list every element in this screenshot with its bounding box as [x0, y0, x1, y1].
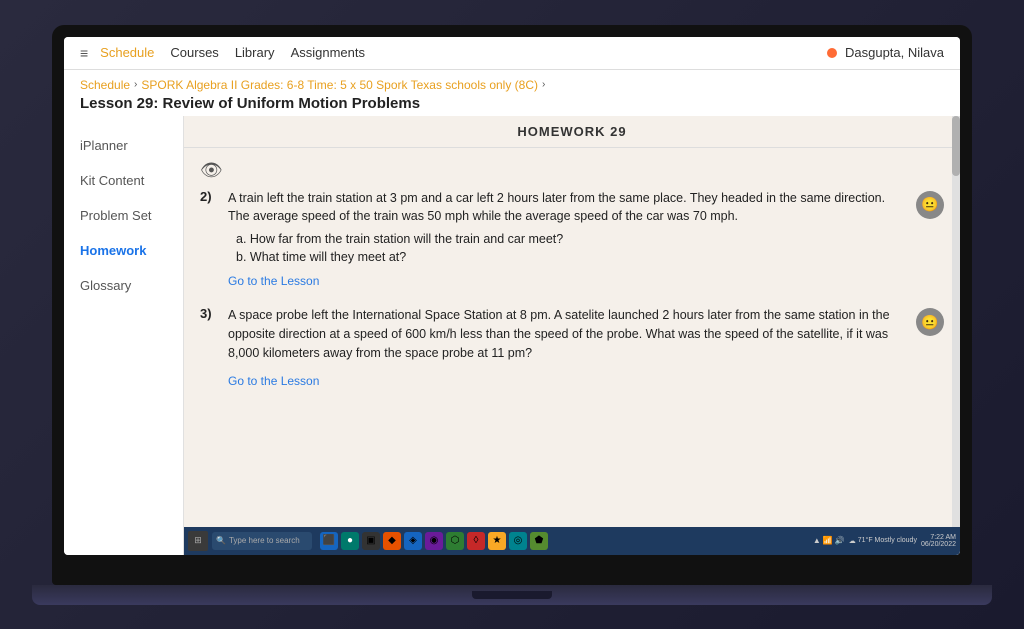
taskbar-icon-8[interactable]: ◊	[467, 532, 485, 550]
top-nav: ≡ Schedule Courses Library Assignments D…	[64, 37, 960, 70]
laptop-base	[32, 585, 992, 605]
breadcrumb-chevron1: ›	[134, 79, 137, 90]
homework-panel: HOMEWORK 29 👁 2) A train left the train …	[184, 116, 960, 555]
weather-text: 71°F Mostly cloudy	[858, 537, 917, 544]
taskbar-sys-icons: ▲ 📶 🔊	[813, 536, 845, 545]
taskbar-weather: ☁ 71°F Mostly cloudy	[849, 537, 917, 545]
breadcrumb: Schedule › SPORK Algebra II Grades: 6-8 …	[80, 78, 944, 92]
problem-2-item: 2) A train left the train station at 3 p…	[200, 189, 944, 291]
taskbar-right: ▲ 📶 🔊 ☁ 71°F Mostly cloudy 7:22 AM 06/20…	[813, 534, 956, 548]
problem-2-content: A train left the train station at 3 pm a…	[228, 189, 906, 291]
breadcrumb-schedule[interactable]: Schedule	[80, 78, 130, 92]
problem-3-emoji: 😐	[916, 308, 944, 336]
sidebar-item-homework[interactable]: Homework	[64, 233, 183, 268]
sys-icon-2: 📶	[823, 536, 833, 545]
problem-3-text: A space probe left the International Spa…	[228, 306, 906, 362]
menu-icon[interactable]: ≡	[80, 45, 88, 61]
sidebar: iPlanner Kit Content Problem Set Homewor…	[64, 116, 184, 555]
nav-left: ≡ Schedule Courses Library Assignments	[80, 45, 365, 61]
homework-header: HOMEWORK 29	[184, 116, 960, 148]
problem-3-go-to-lesson[interactable]: Go to the Lesson	[228, 374, 319, 388]
taskbar-icon-11[interactable]: ⬟	[530, 532, 548, 550]
nav-right: Dasgupta, Nilava	[827, 45, 944, 60]
eye-row: 👁	[200, 160, 944, 181]
main-area: iPlanner Kit Content Problem Set Homewor…	[64, 116, 960, 555]
breadcrumb-area: Schedule › SPORK Algebra II Grades: 6-8 …	[64, 70, 960, 116]
taskbar-icon-4[interactable]: ◆	[383, 532, 401, 550]
taskbar-icon-7[interactable]: ⬡	[446, 532, 464, 550]
taskbar-time: 7:22 AM 06/20/2022	[921, 534, 956, 548]
taskbar-icon-2[interactable]: ●	[341, 532, 359, 550]
breadcrumb-chevron2: ›	[542, 79, 545, 90]
problem-2-text: A train left the train station at 3 pm a…	[228, 189, 906, 227]
breadcrumb-course[interactable]: SPORK Algebra II Grades: 6-8 Time: 5 x 5…	[141, 78, 538, 92]
taskbar-search-text: Type here to search	[229, 536, 300, 545]
problem-3-content: A space probe left the International Spa…	[228, 306, 906, 390]
problem-2-sub-a: a. How far from the train station will t…	[236, 232, 906, 246]
problem-2-emoji: 😐	[916, 191, 944, 219]
taskbar-icon-6[interactable]: ◉	[425, 532, 443, 550]
eye-icon[interactable]: 👁	[200, 160, 223, 180]
sidebar-item-glossary[interactable]: Glossary	[64, 268, 183, 303]
problem-2-go-to-lesson[interactable]: Go to the Lesson	[228, 274, 319, 288]
screen-content: ≡ Schedule Courses Library Assignments D…	[64, 37, 960, 555]
page-title: Lesson 29: Review of Uniform Motion Prob…	[80, 95, 944, 112]
taskbar-icons: ⬛ ● ▣ ◆ ◈ ◉ ⬡ ◊ ★ ◎ ⬟	[320, 532, 548, 550]
problem-2-number: 2)	[200, 189, 218, 291]
user-name: Dasgupta, Nilava	[845, 45, 944, 60]
laptop-shell: ≡ Schedule Courses Library Assignments D…	[0, 0, 1024, 629]
sidebar-item-problem-set[interactable]: Problem Set	[64, 198, 183, 233]
taskbar-icon-10[interactable]: ◎	[509, 532, 527, 550]
taskbar-icon-5[interactable]: ◈	[404, 532, 422, 550]
scrollbar[interactable]	[952, 116, 960, 555]
nav-assignments-link[interactable]: Assignments	[291, 45, 365, 60]
nav-schedule-link[interactable]: Schedule	[100, 45, 154, 60]
taskbar: ⊞ 🔍 Type here to search ⬛ ● ▣ ◆ ◈ ◉	[184, 527, 960, 555]
problem-3-item: 3) A space probe left the International …	[200, 306, 944, 390]
user-status-dot	[827, 48, 837, 58]
homework-body: 👁 2) A train left the train station at 3…	[184, 148, 960, 419]
taskbar-icon-3[interactable]: ▣	[362, 532, 380, 550]
taskbar-time-value: 7:22 AM	[921, 534, 956, 541]
screen-bezel: ≡ Schedule Courses Library Assignments D…	[52, 25, 972, 585]
sys-icon-1: ▲	[813, 536, 821, 545]
sidebar-item-iplanner[interactable]: iPlanner	[64, 128, 183, 163]
start-button[interactable]: ⊞	[188, 531, 208, 551]
taskbar-search[interactable]: 🔍 Type here to search	[212, 532, 312, 550]
sys-icon-3: 🔊	[835, 536, 845, 545]
taskbar-icon-9[interactable]: ★	[488, 532, 506, 550]
problem-2-sub-b: b. What time will they meet at?	[236, 250, 906, 264]
laptop-hinge	[472, 591, 552, 599]
taskbar-date-value: 06/20/2022	[921, 541, 956, 548]
problem-3-number: 3)	[200, 306, 218, 390]
nav-courses-link[interactable]: Courses	[170, 45, 218, 60]
sidebar-item-kit-content[interactable]: Kit Content	[64, 163, 183, 198]
weather-icon: ☁	[849, 537, 856, 545]
scroll-thumb[interactable]	[952, 116, 960, 176]
content-area: HOMEWORK 29 👁 2) A train left the train …	[184, 116, 960, 555]
taskbar-icon-1[interactable]: ⬛	[320, 532, 338, 550]
nav-library-link[interactable]: Library	[235, 45, 275, 60]
